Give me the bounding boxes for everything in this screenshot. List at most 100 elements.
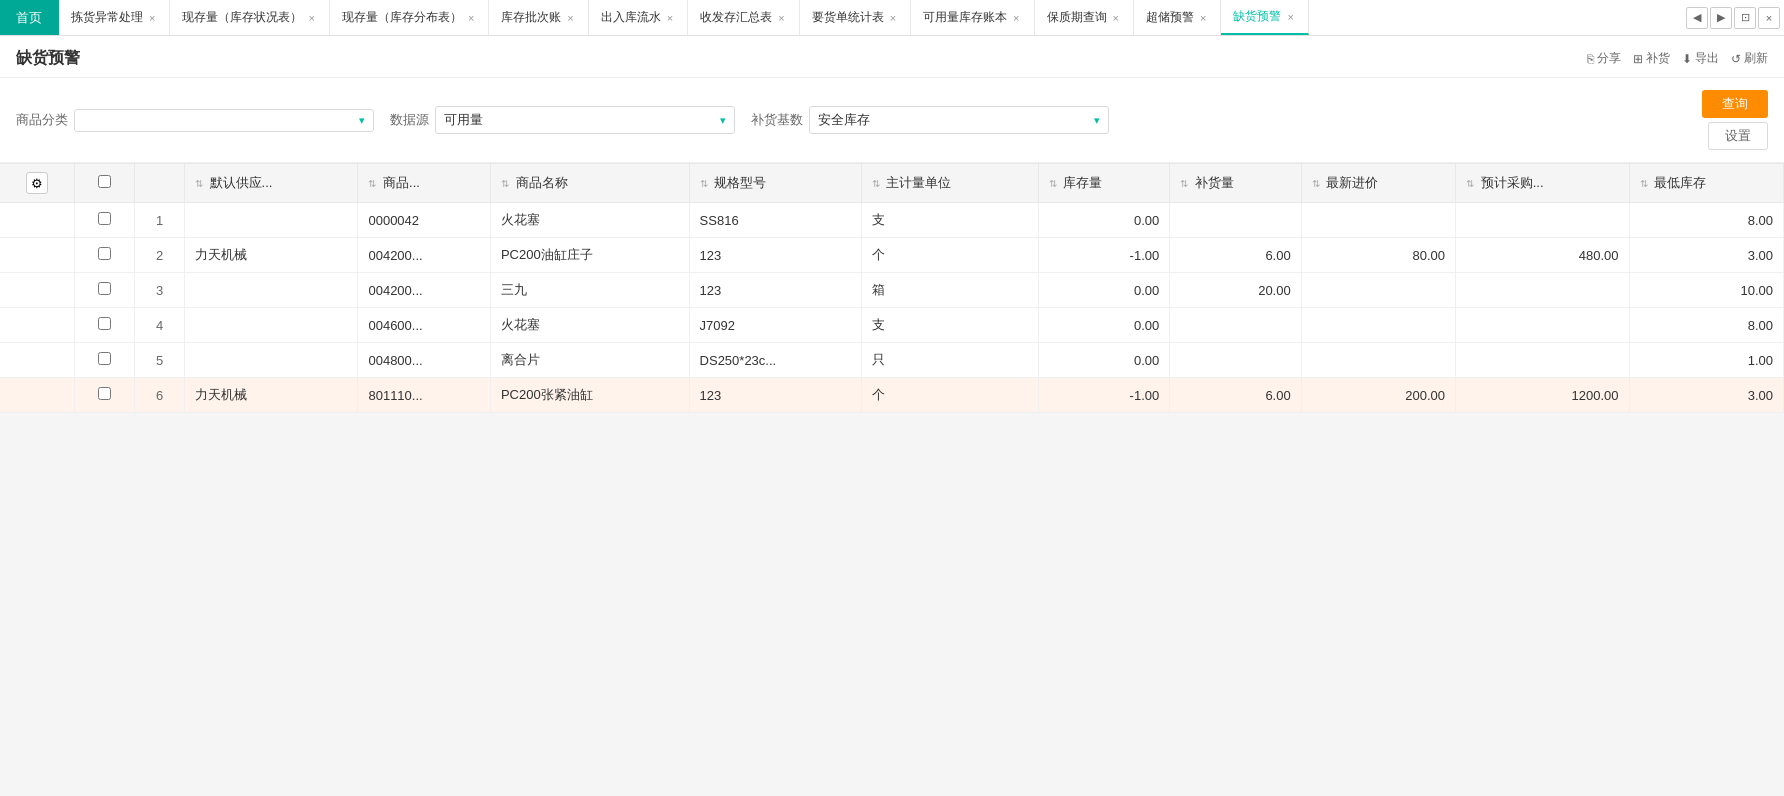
share-button[interactable]: ⎘ 分享	[1587, 50, 1621, 67]
row-gear-cell	[0, 378, 75, 413]
refresh-button[interactable]: ↺ 刷新	[1731, 50, 1768, 67]
row-checkbox[interactable]	[98, 317, 111, 330]
export-button[interactable]: ⬇ 导出	[1682, 50, 1719, 67]
row-checkbox[interactable]	[98, 387, 111, 400]
row-supplier: 力天机械	[184, 378, 357, 413]
row-spec: 123	[689, 273, 861, 308]
row-replenish: 20.00	[1170, 273, 1301, 308]
row-estimated: 1200.00	[1456, 378, 1629, 413]
table-header-row: ⚙ ⇅ 默认供应... ⇅ 商品... ⇅	[0, 164, 1784, 203]
row-checkbox[interactable]	[98, 247, 111, 260]
datasource-select[interactable]: 可用量 ▾	[435, 106, 735, 134]
column-code-header[interactable]: ⇅ 商品...	[358, 164, 491, 203]
replenish-base-select[interactable]: 安全库存 ▾	[809, 106, 1109, 134]
query-button[interactable]: 查询	[1702, 90, 1768, 118]
table-row: 2 力天机械 004200... PC200油缸庄子 123 个 -1.00 6…	[0, 238, 1784, 273]
column-checkbox-header[interactable]	[75, 164, 135, 203]
row-unit: 个	[861, 378, 1038, 413]
row-checkbox-cell[interactable]	[75, 308, 135, 343]
tab-available-close[interactable]: ×	[1011, 11, 1021, 25]
tab-prev-button[interactable]: ◀	[1686, 7, 1708, 29]
share-label: 分享	[1597, 50, 1621, 67]
row-stock: 0.00	[1038, 273, 1169, 308]
row-latest-price	[1301, 343, 1455, 378]
row-index: 3	[135, 273, 185, 308]
row-stock: 0.00	[1038, 308, 1169, 343]
row-min-stock: 3.00	[1629, 238, 1783, 273]
tab-batch[interactable]: 库存批次账 ×	[489, 0, 588, 35]
row-supplier: 力天机械	[184, 238, 357, 273]
tab-demand-label: 要货单统计表	[812, 9, 884, 26]
replenish-label: 补货	[1646, 50, 1670, 67]
tab-pick-close[interactable]: ×	[147, 11, 157, 25]
tab-stock2-close[interactable]: ×	[466, 11, 476, 25]
tab-overstock-close[interactable]: ×	[1198, 11, 1208, 25]
tab-home-label: 首页	[16, 9, 42, 27]
row-stock: 0.00	[1038, 203, 1169, 238]
tab-expiry[interactable]: 保质期查询 ×	[1035, 0, 1134, 35]
tab-home[interactable]: 首页	[0, 0, 59, 35]
tab-expiry-close[interactable]: ×	[1111, 11, 1121, 25]
tab-next-button[interactable]: ▶	[1710, 7, 1732, 29]
tab-flow-close[interactable]: ×	[665, 11, 675, 25]
column-min-stock-header[interactable]: ⇅ 最低库存	[1629, 164, 1783, 203]
replenish-base-arrow-icon: ▾	[1094, 114, 1100, 127]
column-name-header[interactable]: ⇅ 商品名称	[490, 164, 689, 203]
row-supplier	[184, 343, 357, 378]
tab-shortage-close[interactable]: ×	[1285, 10, 1295, 24]
tab-summary-close[interactable]: ×	[776, 11, 786, 25]
tab-overstock[interactable]: 超储预警 ×	[1134, 0, 1221, 35]
row-checkbox-cell[interactable]	[75, 378, 135, 413]
tab-nav-buttons: ◀ ▶ ⊡ ×	[1682, 7, 1784, 29]
column-stock-header[interactable]: ⇅ 库存量	[1038, 164, 1169, 203]
column-gear[interactable]: ⚙	[0, 164, 75, 203]
row-name: 离合片	[490, 343, 689, 378]
row-checkbox-cell[interactable]	[75, 238, 135, 273]
tab-shortage[interactable]: 缺货预警 ×	[1221, 0, 1308, 35]
row-unit: 只	[861, 343, 1038, 378]
stock-sort-icon: ⇅	[1049, 178, 1057, 189]
row-checkbox-cell[interactable]	[75, 343, 135, 378]
category-select[interactable]: ▾	[74, 109, 374, 132]
row-checkbox-cell[interactable]	[75, 273, 135, 308]
row-checkbox[interactable]	[98, 212, 111, 225]
row-unit: 支	[861, 203, 1038, 238]
tab-window-close-button[interactable]: ×	[1758, 7, 1780, 29]
tab-demand[interactable]: 要货单统计表 ×	[800, 0, 911, 35]
row-min-stock: 3.00	[1629, 378, 1783, 413]
tab-stock2[interactable]: 现存量（库存分布表） ×	[330, 0, 489, 35]
column-replenish-header[interactable]: ⇅ 补货量	[1170, 164, 1301, 203]
row-min-stock: 1.00	[1629, 343, 1783, 378]
replenish-button[interactable]: ⊞ 补货	[1633, 50, 1670, 67]
tab-overstock-label: 超储预警	[1146, 9, 1194, 26]
row-checkbox[interactable]	[98, 352, 111, 365]
row-checkbox[interactable]	[98, 282, 111, 295]
column-settings-button[interactable]: ⚙	[26, 172, 48, 194]
row-checkbox-cell[interactable]	[75, 203, 135, 238]
tab-expiry-label: 保质期查询	[1047, 9, 1107, 26]
tab-demand-close[interactable]: ×	[888, 11, 898, 25]
row-index: 2	[135, 238, 185, 273]
settings-button[interactable]: 设置	[1708, 122, 1768, 150]
column-unit-header[interactable]: ⇅ 主计量单位	[861, 164, 1038, 203]
tab-summary[interactable]: 收发存汇总表 ×	[688, 0, 799, 35]
unit-sort-icon: ⇅	[872, 178, 880, 189]
tab-flow[interactable]: 出入库流水 ×	[589, 0, 688, 35]
column-latest-price-header[interactable]: ⇅ 最新进价	[1301, 164, 1455, 203]
tab-batch-close[interactable]: ×	[565, 11, 575, 25]
column-estimated-header[interactable]: ⇅ 预计采购...	[1456, 164, 1629, 203]
tab-bar: 首页 拣货异常处理 × 现存量（库存状况表） × 现存量（库存分布表） × 库存…	[0, 0, 1784, 36]
page-header: 缺货预警 ⎘ 分享 ⊞ 补货 ⬇ 导出 ↺ 刷新	[0, 36, 1784, 78]
row-latest-price	[1301, 273, 1455, 308]
row-index: 6	[135, 378, 185, 413]
select-all-checkbox[interactable]	[98, 175, 111, 188]
row-replenish	[1170, 203, 1301, 238]
column-spec-header[interactable]: ⇅ 规格型号	[689, 164, 861, 203]
tab-available[interactable]: 可用量库存账本 ×	[911, 0, 1034, 35]
tab-window-restore-button[interactable]: ⊡	[1734, 7, 1756, 29]
tab-stock1-close[interactable]: ×	[306, 11, 316, 25]
tab-pick[interactable]: 拣货异常处理 ×	[59, 0, 170, 35]
column-supplier-header[interactable]: ⇅ 默认供应...	[184, 164, 357, 203]
tab-stock1[interactable]: 现存量（库存状况表） ×	[170, 0, 329, 35]
row-gear-cell	[0, 273, 75, 308]
